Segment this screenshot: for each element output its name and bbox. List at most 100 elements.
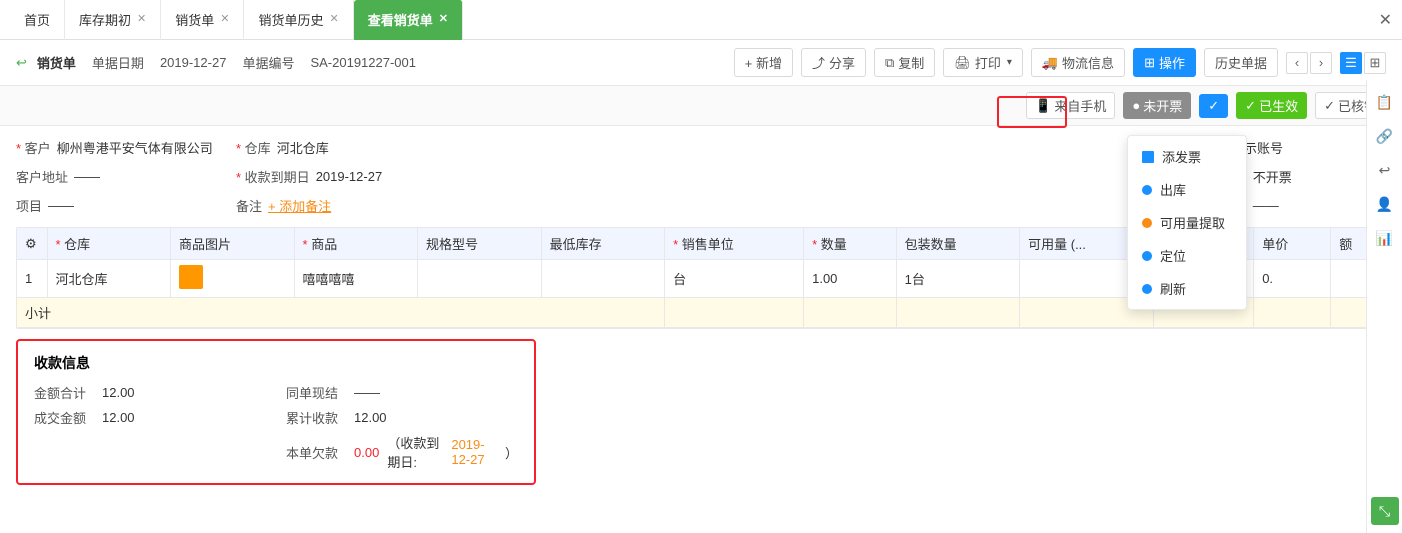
sidebar-icon-4[interactable]: 👤 bbox=[1371, 190, 1399, 218]
col-warehouse: 仓库 bbox=[47, 228, 171, 260]
effective-button[interactable]: ✓ 已生效 bbox=[1236, 92, 1307, 119]
payment-transaction-label: 成交金额 bbox=[34, 408, 94, 427]
sidebar-icon-5[interactable]: 📊 bbox=[1371, 224, 1399, 252]
payment-box: 收款信息 金额合计 12.00 同单现结 —— 成交金额 12.00 累计收款 … bbox=[16, 339, 536, 485]
available-qty-label: 可用量提取 bbox=[1160, 213, 1225, 232]
remark-label: 备注 bbox=[236, 196, 262, 215]
history-button[interactable]: 历史单据 bbox=[1204, 48, 1278, 77]
payment-total-label: 金额合计 bbox=[34, 383, 94, 402]
col-image: 商品图片 bbox=[171, 228, 295, 260]
payment-total-row: 金额合计 12.00 bbox=[34, 383, 266, 402]
col-qty: 数量 bbox=[804, 228, 897, 260]
operate-icon: ⊞ bbox=[1144, 55, 1155, 71]
dropdown-add-invoice[interactable]: 添发票 bbox=[1128, 140, 1246, 173]
sidebar-icon-1[interactable]: 📋 bbox=[1371, 88, 1399, 116]
tab-home[interactable]: 首页 bbox=[10, 0, 65, 40]
mobile-icon: 📱 bbox=[1035, 98, 1051, 114]
payment-due-value: 0.00 bbox=[354, 445, 379, 460]
add-invoice-label: 添发票 bbox=[1162, 147, 1201, 166]
sidebar-icon-3[interactable]: ↩ bbox=[1371, 156, 1399, 184]
col-unit: 销售单位 bbox=[665, 228, 804, 260]
payment-grid: 金额合计 12.00 同单现结 —— 成交金额 12.00 累计收款 12.00… bbox=[34, 383, 518, 471]
doc-number-label: 单据编号 bbox=[242, 53, 294, 72]
check3-icon: ✓ bbox=[1324, 98, 1335, 114]
check2-icon: ✓ bbox=[1245, 98, 1256, 114]
tab-inventory-label: 库存期初 bbox=[79, 10, 131, 29]
remark-add-button[interactable]: + 添加备注 bbox=[268, 196, 331, 215]
row-image bbox=[171, 260, 295, 298]
prev-arrow[interactable]: ‹ bbox=[1286, 52, 1308, 74]
col-spec: 规格型号 bbox=[418, 228, 542, 260]
payment-date-label: 收款到期日 bbox=[236, 167, 310, 186]
dropdown-outbound[interactable]: 出库 bbox=[1128, 173, 1246, 206]
warehouse-field: 仓库 河北仓库 bbox=[236, 138, 436, 157]
window-close-button[interactable]: ✕ bbox=[1379, 10, 1392, 30]
next-arrow[interactable]: › bbox=[1310, 52, 1332, 74]
col-unit-price: 单价 bbox=[1254, 228, 1331, 260]
list-view-button[interactable]: ☰ bbox=[1340, 52, 1362, 74]
copy-button[interactable]: ⧉ 复制 bbox=[874, 48, 935, 77]
address-field: 客户地址 —— bbox=[16, 167, 216, 186]
dropdown-menu: 添发票 出库 可用量提取 定位 刷新 bbox=[1127, 135, 1247, 310]
print-button[interactable]: 🖨 打印 ▾ bbox=[943, 48, 1023, 77]
address-value: —— bbox=[74, 169, 100, 184]
payment-same-order-value: —— bbox=[354, 385, 380, 400]
payment-due-note: （收款到期日: bbox=[387, 433, 443, 471]
tab-sales-close[interactable]: ✕ bbox=[220, 14, 229, 25]
tab-history[interactable]: 销货单历史 ✕ bbox=[244, 0, 353, 40]
grid-view-button[interactable]: ⊞ bbox=[1364, 52, 1386, 74]
payment-transaction-value: 12.00 bbox=[102, 410, 135, 425]
refresh-label: 刷新 bbox=[1160, 279, 1186, 298]
tab-view-sales-close[interactable]: ✕ bbox=[439, 14, 448, 25]
unopened-button[interactable]: ● 未开票 bbox=[1123, 92, 1191, 119]
locate-icon bbox=[1142, 251, 1152, 261]
customer-value: 柳州粤港平安气体有限公司 bbox=[57, 138, 213, 157]
row-unit: 台 bbox=[665, 260, 804, 298]
doc-number-value: SA-20191227-001 bbox=[310, 55, 416, 70]
share-button[interactable]: ⤴ 分享 bbox=[801, 48, 866, 77]
remark-field: 备注 + 添加备注 bbox=[236, 196, 436, 215]
toolbar-row: 📱 来自手机 ● 未开票 ✓ ✓ 已生效 ✓ 已核销 bbox=[0, 86, 1402, 126]
row-min-stock bbox=[541, 260, 665, 298]
row-warehouse: 河北仓库 bbox=[47, 260, 171, 298]
col-min-stock: 最低库存 bbox=[541, 228, 665, 260]
invoice-icon bbox=[1142, 151, 1154, 163]
dropdown-available-qty[interactable]: 可用量提取 bbox=[1128, 206, 1246, 239]
tab-sales[interactable]: 销货单 ✕ bbox=[161, 0, 244, 40]
print-dropdown-arrow: ▾ bbox=[1007, 57, 1012, 68]
subtotal-price bbox=[1254, 298, 1331, 328]
row-unit-price: 0. bbox=[1254, 260, 1331, 298]
sidebar-icon-expand[interactable]: ⤡ bbox=[1371, 497, 1399, 525]
main-area: ↩ 销货单 单据日期 2019-12-27 单据编号 SA-20191227-0… bbox=[0, 40, 1402, 533]
payment-same-order-row: 同单现结 —— bbox=[286, 383, 518, 402]
nav-arrows: ‹ › bbox=[1286, 52, 1332, 74]
payment-due-end: ） bbox=[505, 443, 518, 462]
staff2-value: —— bbox=[1253, 198, 1279, 213]
tab-history-close[interactable]: ✕ bbox=[330, 14, 339, 25]
right-sidebar: 📋 🔗 ↩ 👤 📊 ⤡ bbox=[1366, 80, 1402, 533]
operate-button[interactable]: ⊞ 操作 bbox=[1133, 48, 1196, 77]
mobile-button[interactable]: 📱 来自手机 bbox=[1026, 92, 1115, 119]
tab-inventory-close[interactable]: ✕ bbox=[137, 14, 146, 25]
outbound-label: 出库 bbox=[1160, 180, 1186, 199]
dropdown-locate[interactable]: 定位 bbox=[1128, 239, 1246, 272]
dropdown-refresh[interactable]: 刷新 bbox=[1128, 272, 1246, 305]
doc-title-icon: ↩ bbox=[16, 55, 27, 71]
tab-inventory[interactable]: 库存期初 ✕ bbox=[65, 0, 161, 40]
circle-icon: ● bbox=[1132, 98, 1140, 113]
address-label: 客户地址 bbox=[16, 167, 68, 186]
payment-cumulative-value: 12.00 bbox=[354, 410, 387, 425]
print-icon: 🖨 bbox=[954, 55, 971, 71]
payment-total-value: 12.00 bbox=[102, 385, 135, 400]
sidebar-icon-2[interactable]: 🔗 bbox=[1371, 122, 1399, 150]
share-icon: ⤴ bbox=[812, 53, 825, 72]
new-button[interactable]: + 新增 bbox=[734, 48, 793, 77]
tab-view-sales[interactable]: 查看销货单 ✕ bbox=[354, 0, 463, 40]
tab-history-label: 销货单历史 bbox=[258, 10, 323, 29]
payment-due-label: 本单欠款 bbox=[286, 443, 346, 462]
confirm-icon-button[interactable]: ✓ bbox=[1199, 94, 1228, 118]
col-settings[interactable]: ⚙ bbox=[17, 228, 47, 260]
doc-meta: 单据日期 2019-12-27 单据编号 SA-20191227-001 bbox=[92, 53, 416, 72]
customer-field: 客户 柳州粤港平安气体有限公司 bbox=[16, 138, 216, 157]
logistics-button[interactable]: 🚚 物流信息 bbox=[1031, 48, 1125, 77]
